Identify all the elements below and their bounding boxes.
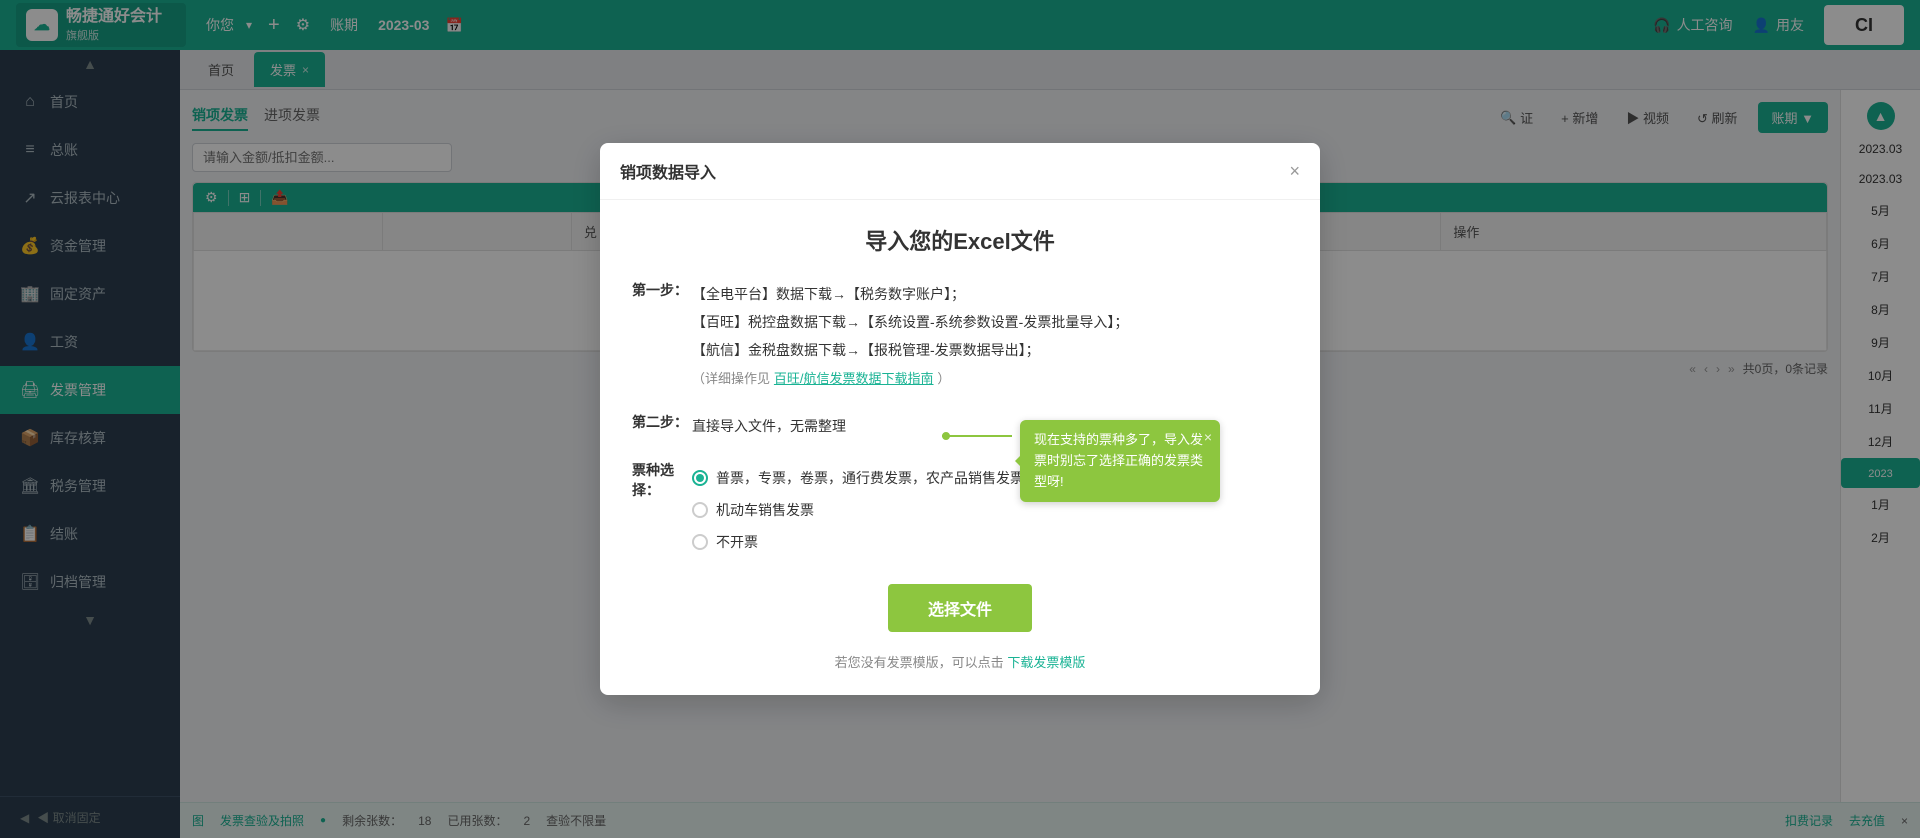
step1-line1: 【全电平台】数据下载→【税务数字账户】； (692, 280, 1288, 308)
modal-title: 销项数据导入 (620, 159, 716, 183)
radio-label-1: 普票，专票，卷票，通行费发票，农产品销售发票 (716, 468, 1024, 488)
modal-main-title: 导入您的Excel文件 (632, 224, 1288, 256)
step1-note-end: ） (937, 371, 950, 386)
step1-note: （详细操作见 百旺/航信发票数据下载指南 ） (692, 364, 1288, 392)
tooltip-text: 现在支持的票种多了，导入发票时别忘了选择正确的发票类型呀! (1034, 432, 1203, 489)
ticket-select-label: 票种选择： (632, 460, 692, 500)
radio-btn-3[interactable] (692, 534, 708, 550)
radio-option-3[interactable]: 不开票 (692, 532, 1024, 552)
radio-btn-2[interactable] (692, 502, 708, 518)
radio-btn-1[interactable] (692, 470, 708, 486)
step1-section: 第一步： 【全电平台】数据下载→【税务数字账户】； 【百旺】税控盘数据下载→【系… (632, 280, 1288, 392)
step2-label: 第二步： (632, 412, 692, 432)
modal-close-btn[interactable]: × (1289, 161, 1300, 182)
radio-group: 普票，专票，卷票，通行费发票，农产品销售发票 机动车销售发票 不开票 (692, 468, 1024, 564)
radio-option-1[interactable]: 普票，专票，卷票，通行费发票，农产品销售发票 (692, 468, 1024, 488)
step1-row: 第一步： 【全电平台】数据下载→【税务数字账户】； 【百旺】税控盘数据下载→【系… (632, 280, 1288, 392)
modal-header: 销项数据导入 × (600, 143, 1320, 200)
select-file-btn[interactable]: 选择文件 (888, 584, 1032, 632)
download-template-link[interactable]: 下载发票模版 (1007, 655, 1085, 670)
step1-note-text: （详细操作见 (692, 371, 770, 386)
radio-label-3: 不开票 (716, 532, 758, 552)
tooltip-line (942, 435, 1012, 437)
tooltip-bubble: × 现在支持的票种多了，导入发票时别忘了选择正确的发票类型呀! (1020, 420, 1220, 502)
tooltip-close-btn[interactable]: × (1204, 426, 1212, 448)
modal: 销项数据导入 × 导入您的Excel文件 第一步： 【全电平台】数据下载→【税务… (600, 143, 1320, 695)
modal-footer-note: 若您没有发票模版，可以点击 下载发票模版 (632, 652, 1288, 671)
step1-line2: 【百旺】税控盘数据下载→【系统设置-系统参数设置-发票批量导入】； (692, 308, 1288, 336)
step1-label: 第一步： (632, 280, 692, 300)
radio-option-2[interactable]: 机动车销售发票 (692, 500, 1024, 520)
step1-content: 【全电平台】数据下载→【税务数字账户】； 【百旺】税控盘数据下载→【系统设置-系… (692, 280, 1288, 392)
radio-label-2: 机动车销售发票 (716, 500, 814, 520)
step1-guide-link[interactable]: 百旺/航信发票数据下载指南 (774, 371, 934, 386)
step1-line3: 【航信】金税盘数据下载→【报税管理-发票数据导出】； (692, 336, 1288, 364)
modal-overlay: 销项数据导入 × 导入您的Excel文件 第一步： 【全电平台】数据下载→【税务… (0, 0, 1920, 838)
